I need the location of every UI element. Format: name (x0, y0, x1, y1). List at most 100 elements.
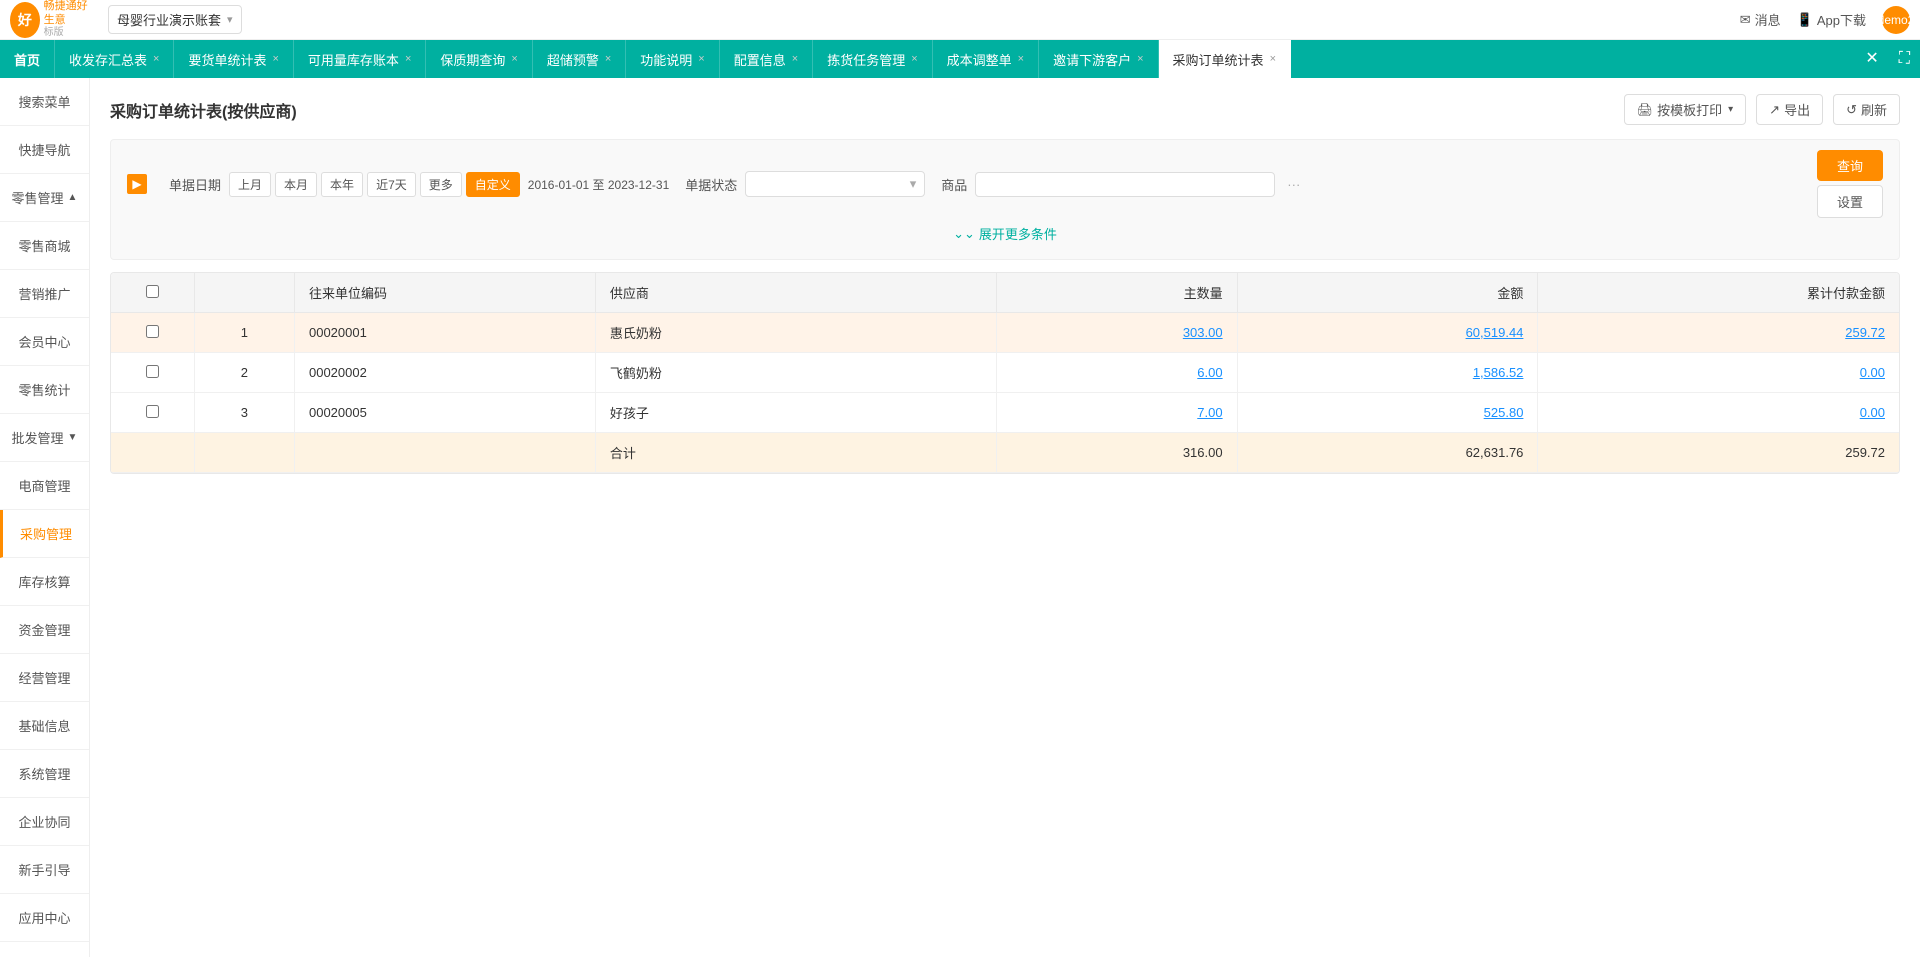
sidebar-item-app-center[interactable]: 应用中心 (0, 894, 89, 942)
this-year-btn[interactable]: 本年 (321, 172, 363, 197)
sidebar-item-purchase[interactable]: 采购管理 (0, 510, 89, 558)
more-icon[interactable]: ··· (1287, 177, 1300, 192)
row-qty[interactable]: 303.00 (996, 313, 1237, 353)
row-paid[interactable]: 0.00 (1538, 353, 1899, 393)
row-checkbox[interactable] (146, 325, 159, 338)
last-month-btn[interactable]: 上月 (229, 172, 271, 197)
row-checkbox-cell[interactable] (111, 393, 194, 433)
filter-toggle-btn[interactable]: ▶ (127, 174, 147, 194)
row-paid[interactable]: 259.72 (1538, 313, 1899, 353)
user-avatar-btn[interactable]: demo2 (1882, 6, 1910, 34)
settings-button[interactable]: 设置 (1817, 185, 1883, 218)
sidebar-item-basic[interactable]: 基础信息 (0, 702, 89, 750)
expand-more-btn[interactable]: ⌄⌄ 展开更多条件 (953, 224, 1057, 243)
row-checkbox[interactable] (146, 365, 159, 378)
close-icon[interactable]: × (698, 53, 704, 65)
table-row[interactable]: 1 00020001 惠氏奶粉 303.00 60,519.44 259.72 (111, 313, 1899, 353)
sidebar-item-retail-mall[interactable]: 零售商城 (0, 222, 89, 270)
message-btn[interactable]: ✉ 消息 (1740, 10, 1781, 29)
tab-invite[interactable]: 邀请下游客户 × (1039, 40, 1158, 78)
date-quick-btns: 上月 本月 本年 近7天 更多 自定义 (229, 172, 520, 197)
app-download-btn[interactable]: 📱 App下载 (1797, 10, 1866, 29)
logo-icon: 好 (10, 2, 40, 38)
date-range-text: 2016-01-01 至 2023-12-31 (528, 176, 669, 193)
close-icon[interactable]: × (511, 53, 517, 65)
close-icon[interactable]: × (605, 53, 611, 65)
row-seq: 3 (194, 393, 294, 433)
sidebar-item-enterprise[interactable]: 企业协同 (0, 798, 89, 846)
tab-config[interactable]: 配置信息 × (720, 40, 813, 78)
select-all-checkbox[interactable] (146, 285, 159, 298)
close-icon[interactable]: × (1270, 53, 1276, 65)
row-amount[interactable]: 1,586.52 (1237, 353, 1538, 393)
export-button[interactable]: ↗ 导出 (1756, 94, 1823, 125)
chevron-down-icon: ⌄⌄ (953, 226, 975, 242)
layout: 搜索菜单 快捷导航 零售管理 ▲ 零售商城 营销推广 会员中心 零售统计 批发管… (0, 78, 1920, 957)
tab-stock-book[interactable]: 可用量库存账本 × (294, 40, 426, 78)
sidebar-item-newbie[interactable]: 新手引导 (0, 846, 89, 894)
sidebar-item-ecommerce[interactable]: 电商管理 (0, 462, 89, 510)
sidebar-item-operations[interactable]: 经营管理 (0, 654, 89, 702)
row-amount[interactable]: 60,519.44 (1237, 313, 1538, 353)
status-select[interactable]: ▾ (745, 171, 925, 197)
tab-purchase-stat[interactable]: 采购订单统计表 × (1159, 40, 1291, 78)
query-button[interactable]: 查询 (1817, 150, 1883, 181)
row-checkbox[interactable] (146, 405, 159, 418)
table-row[interactable]: 2 00020002 飞鹤奶粉 6.00 1,586.52 0.00 (111, 353, 1899, 393)
last-7days-btn[interactable]: 近7天 (367, 172, 416, 197)
row-checkbox-cell[interactable] (111, 313, 194, 353)
content-area: 采购订单统计表(按供应商) 🖨 按模板打印 ▾ ↗ 导出 ↺ 刷新 (90, 78, 1920, 957)
tab-receive[interactable]: 收发存汇总表 × (55, 40, 174, 78)
custom-date-btn[interactable]: 自定义 (466, 172, 520, 197)
row-qty[interactable]: 6.00 (996, 353, 1237, 393)
sidebar-item-wholesale[interactable]: 批发管理 ▼ (0, 414, 89, 462)
more-date-btn[interactable]: 更多 (420, 172, 462, 197)
refresh-button[interactable]: ↺ 刷新 (1833, 94, 1900, 125)
sidebar-item-inventory[interactable]: 库存核算 (0, 558, 89, 606)
close-icon[interactable]: × (1137, 53, 1143, 65)
sidebar-item-retail-stat[interactable]: 零售统计 (0, 366, 89, 414)
status-label: 单据状态 (685, 175, 737, 194)
print-button[interactable]: 🖨 按模板打印 ▾ (1624, 94, 1747, 125)
query-btn-group: 查询 设置 (1817, 150, 1883, 218)
page-title: 采购订单统计表(按供应商) (110, 98, 297, 122)
row-qty[interactable]: 7.00 (996, 393, 1237, 433)
sidebar-item-enterprise-wechat[interactable]: 企业微信 (0, 942, 89, 957)
nav-expand-btn[interactable]: ⛶ (1889, 40, 1920, 78)
sidebar-item-retail[interactable]: 零售管理 ▲ (0, 174, 89, 222)
top-right-area: ✉ 消息 📱 App下载 demo2 (1740, 6, 1910, 34)
close-icon[interactable]: × (153, 53, 159, 65)
export-icon: ↗ (1769, 102, 1780, 118)
sidebar-item-shortcut[interactable]: 快捷导航 (0, 126, 89, 174)
chevron-down-icon: ▾ (227, 13, 233, 26)
close-icon[interactable]: × (792, 53, 798, 65)
goods-input[interactable] (975, 172, 1275, 197)
sidebar-item-finance[interactable]: 资金管理 (0, 606, 89, 654)
close-icon[interactable]: × (405, 53, 411, 65)
sidebar-item-marketing[interactable]: 营销推广 (0, 270, 89, 318)
tab-function[interactable]: 功能说明 × (626, 40, 719, 78)
sidebar-item-system[interactable]: 系统管理 (0, 750, 89, 798)
top-bar: 好 畅捷通好生意 标版 母婴行业演示账套 ▾ ✉ 消息 📱 App下载 demo… (0, 0, 1920, 40)
row-paid[interactable]: 0.00 (1538, 393, 1899, 433)
tab-overstock[interactable]: 超储预警 × (533, 40, 626, 78)
close-icon[interactable]: × (1018, 53, 1024, 65)
date-label: 单据日期 (169, 175, 221, 194)
workspace-selector[interactable]: 母婴行业演示账套 ▾ (108, 5, 242, 34)
table-row[interactable]: 3 00020005 好孩子 7.00 525.80 0.00 (111, 393, 1899, 433)
tab-warranty[interactable]: 保质期查询 × (426, 40, 532, 78)
this-month-btn[interactable]: 本月 (275, 172, 317, 197)
row-seq: 2 (194, 353, 294, 393)
row-amount[interactable]: 525.80 (1237, 393, 1538, 433)
tab-home[interactable]: 首页 (0, 40, 55, 78)
row-checkbox-cell[interactable] (111, 353, 194, 393)
close-icon[interactable]: × (911, 53, 917, 65)
tab-pick-task[interactable]: 拣货任务管理 × (813, 40, 932, 78)
tab-cost-adjust[interactable]: 成本调整单 × (933, 40, 1039, 78)
sidebar-item-search[interactable]: 搜索菜单 (0, 78, 89, 126)
nav-close-btn[interactable]: ✕ (1855, 40, 1888, 78)
nav-end-buttons: ✕ ⛶ (1855, 40, 1920, 78)
tab-order-summary[interactable]: 要货单统计表 × (174, 40, 293, 78)
sidebar-item-member[interactable]: 会员中心 (0, 318, 89, 366)
close-icon[interactable]: × (272, 53, 278, 65)
